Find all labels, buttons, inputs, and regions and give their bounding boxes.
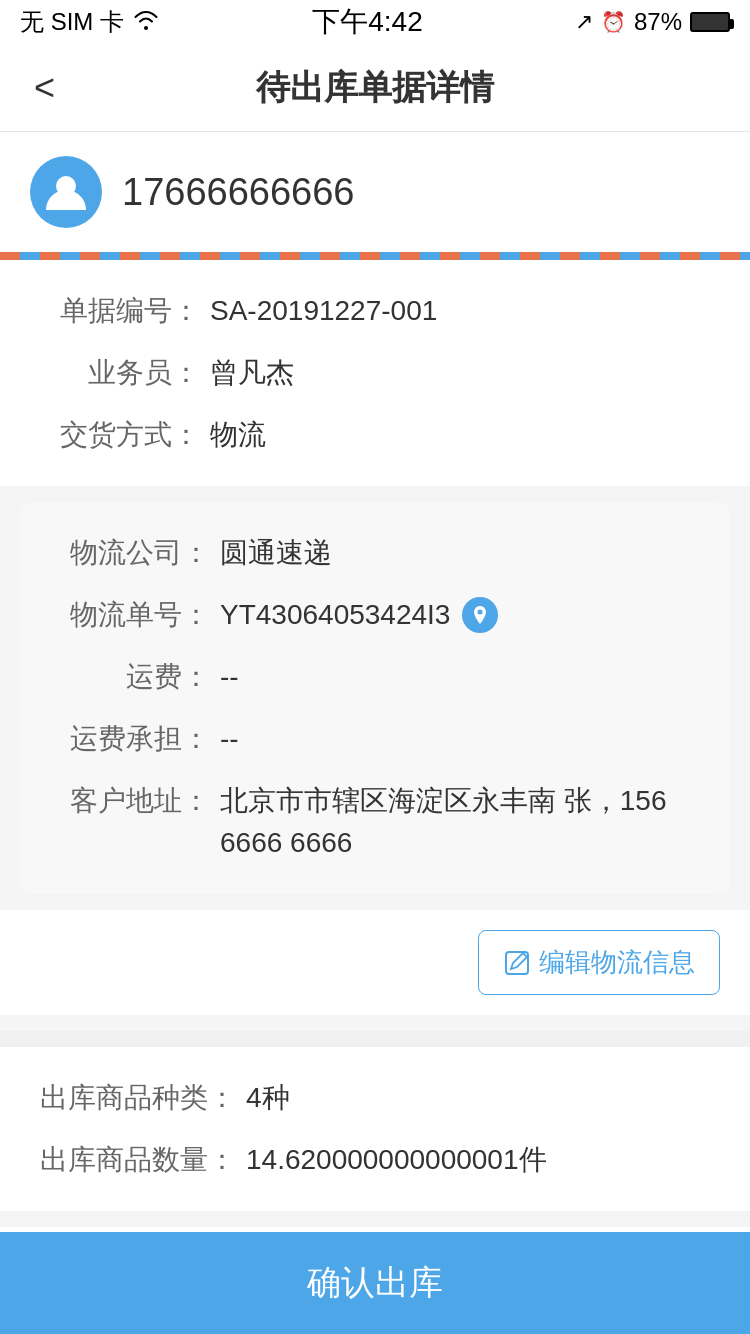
phone-header: 17666666666 [0,132,750,252]
logistics-company-row: 物流公司： 圆通速递 [50,532,700,574]
address-label: 客户地址： [50,780,210,822]
status-left: 无 SIM 卡 [20,6,160,38]
sales-person-value: 曾凡杰 [200,352,710,394]
goods-quantity-value: 14.620000000000001件 [236,1139,710,1181]
freight-label: 运费： [50,656,210,698]
tracking-number-row: 物流单号： YT43064053424I3 [50,594,700,636]
back-button[interactable]: < [24,57,65,119]
address-row: 客户地址： 北京市市辖区海淀区永丰南 张，156 6666 6666 [50,780,700,864]
logistics-company-label: 物流公司： [50,532,210,574]
time-display: 下午4:42 [312,3,423,41]
wifi-icon [132,8,160,36]
freight-bearer-label: 运费承担： [50,718,210,760]
page-title: 待出库单据详情 [256,65,494,111]
nav-bar: < 待出库单据详情 [0,44,750,132]
edit-btn-section: 编辑物流信息 [0,910,750,1015]
basic-info-section: 单据编号： SA-20191227-001 业务员： 曾凡杰 交货方式： 物流 [0,260,750,486]
dashed-divider [0,252,750,260]
goods-section: 出库商品种类： 4种 出库商品数量： 14.620000000000001件 [0,1047,750,1211]
edit-logistics-button[interactable]: 编辑物流信息 [478,930,720,995]
document-number-row: 单据编号： SA-20191227-001 [40,290,710,332]
phone-number: 17666666666 [122,171,354,214]
confirm-btn-wrap: 确认出库 [0,1232,750,1334]
document-number-value: SA-20191227-001 [200,290,710,332]
delivery-method-label: 交货方式： [40,414,200,456]
status-right: ↗ ⏰ 87% [575,8,730,36]
goods-type-value: 4种 [236,1077,710,1119]
status-bar: 无 SIM 卡 下午4:42 ↗ ⏰ 87% [0,0,750,44]
delivery-method-row: 交货方式： 物流 [40,414,710,456]
sales-person-row: 业务员： 曾凡杰 [40,352,710,394]
edit-logistics-label: 编辑物流信息 [539,945,695,980]
battery-text: 87% [634,8,682,36]
goods-quantity-row: 出库商品数量： 14.620000000000001件 [40,1139,710,1181]
tracking-number-value: YT43064053424I3 [210,594,700,636]
tracking-location-icon[interactable] [462,597,498,633]
address-value: 北京市市辖区海淀区永丰南 张，156 6666 6666 [210,780,700,864]
alarm-icon: ⏰ [601,10,626,34]
document-number-label: 单据编号： [40,290,200,332]
freight-bearer-row: 运费承担： -- [50,718,700,760]
delivery-method-value: 物流 [200,414,710,456]
battery-icon [690,12,730,32]
avatar [30,156,102,228]
location-status-icon: ↗ [575,9,593,35]
carrier-text: 无 SIM 卡 [20,6,124,38]
main-content: 17666666666 单据编号： SA-20191227-001 业务员： 曾… [0,132,750,1334]
section-divider [0,1031,750,1047]
goods-type-label: 出库商品种类： [40,1077,236,1119]
goods-quantity-label: 出库商品数量： [40,1139,236,1181]
freight-row: 运费： -- [50,656,700,698]
goods-type-row: 出库商品种类： 4种 [40,1077,710,1119]
confirm-outbound-button[interactable]: 确认出库 [307,1260,443,1306]
freight-bearer-value: -- [210,718,700,760]
logistics-card: 物流公司： 圆通速递 物流单号： YT43064053424I3 运费： -- … [20,502,730,894]
freight-value: -- [210,656,700,698]
tracking-number-label: 物流单号： [50,594,210,636]
logistics-company-value: 圆通速递 [210,532,700,574]
sales-person-label: 业务员： [40,352,200,394]
